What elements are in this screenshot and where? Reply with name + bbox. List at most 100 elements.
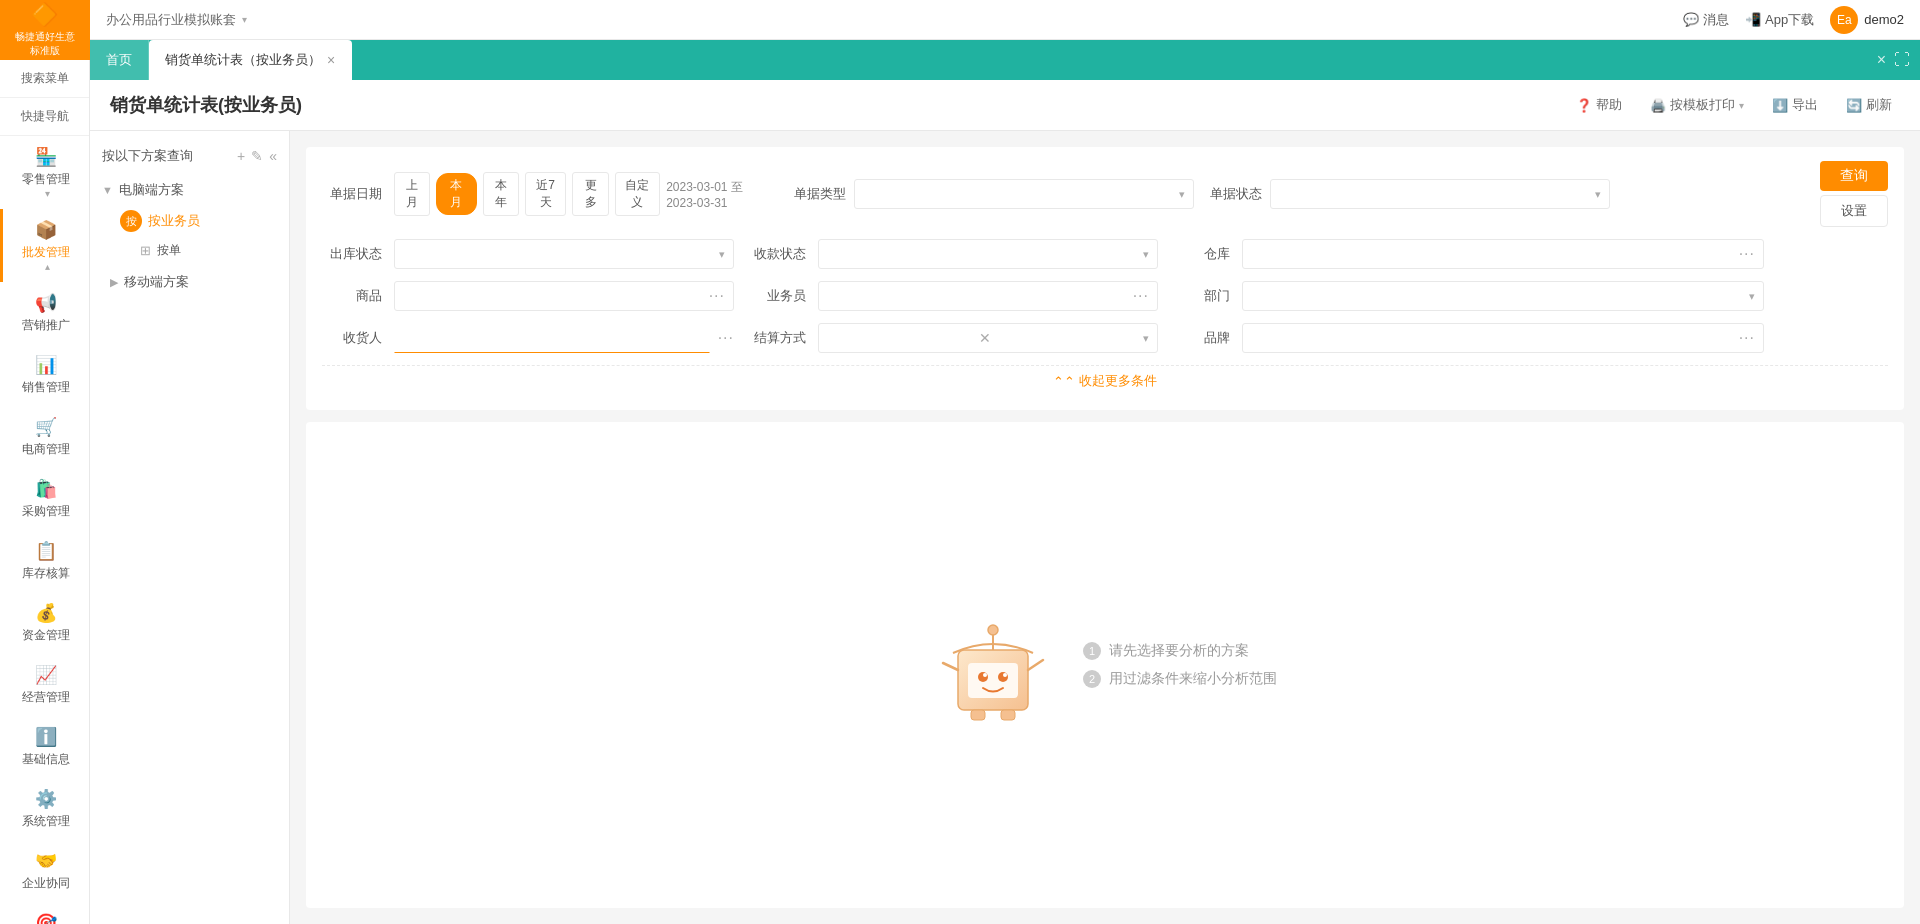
receiver-input[interactable] (394, 323, 710, 353)
sidebar-item-basic-info[interactable]: ℹ️ 基础信息 (0, 716, 89, 778)
sidebar-item-collab[interactable]: 🤝 企业协同 (0, 840, 89, 902)
finance-icon: 💰 (35, 602, 57, 624)
sidebar-item-marketing[interactable]: 📢 营销推广 (0, 282, 89, 344)
date-last7-btn[interactable]: 近7天 (525, 172, 566, 216)
sidebar-item-inventory[interactable]: 📋 库存核算 (0, 530, 89, 592)
sidebar-item-purchase-label: 采购管理 (22, 503, 70, 520)
mobile-scheme-section[interactable]: ▶ 移动端方案 (90, 268, 289, 296)
quick-nav[interactable]: 快捷导航 (0, 98, 89, 136)
collapse-up-icon: ⌃⌃ (1053, 374, 1075, 389)
date-custom-btn[interactable]: 自定义 (615, 172, 660, 216)
tab-sales-stat[interactable]: 销货单统计表（按业务员） × (149, 40, 352, 80)
tip2-text: 用过滤条件来缩小分析范围 (1109, 670, 1277, 688)
tab-close-all-icon[interactable]: × (1877, 51, 1886, 69)
doc-type-label: 单据类型 (786, 185, 846, 203)
marketing-icon: 📢 (35, 292, 57, 314)
date-more-btn[interactable]: 更多 (572, 172, 608, 216)
export-btn[interactable]: ⬇️ 导出 (1764, 92, 1826, 118)
refresh-btn[interactable]: 🔄 刷新 (1838, 92, 1900, 118)
collapse-label: 收起更多条件 (1079, 372, 1157, 390)
main-area: 办公用品行业模拟账套 ▾ 💬 消息 📲 App下载 Ea demo2 首页 (90, 0, 1920, 924)
goods-select[interactable]: ··· (394, 281, 734, 311)
empty-tips: 1 请先选择要分析的方案 2 用过滤条件来缩小分析范围 (1083, 642, 1277, 688)
message-btn[interactable]: 💬 消息 (1683, 11, 1729, 29)
user-menu[interactable]: Ea demo2 (1830, 6, 1904, 34)
tree-item-by-order[interactable]: ⊞ 按单 (90, 237, 289, 264)
warehouse-dots-icon: ··· (1739, 245, 1755, 263)
logo[interactable]: 🔶 畅捷通好生意 标准版 (0, 0, 90, 60)
settlement-select[interactable]: ✕ ▾ (818, 323, 1158, 353)
tab-sales-stat-label: 销货单统计表（按业务员） (165, 51, 321, 69)
date-group: 上月 本月 本年 近7天 更多 自定义 2023-03-01 至 2023-03… (394, 172, 774, 216)
tab-home[interactable]: 首页 (90, 40, 149, 80)
svg-line-8 (943, 663, 958, 670)
sidebar-item-operations[interactable]: 📈 经营管理 (0, 654, 89, 716)
topbar-actions: 💬 消息 📲 App下载 Ea demo2 (1683, 6, 1904, 34)
date-this-month-btn[interactable]: 本月 (436, 173, 476, 215)
help-btn[interactable]: ❓ 帮助 (1568, 92, 1630, 118)
tabbar-controls: × ⛶ (1867, 51, 1920, 69)
sidebar-item-wholesale-label: 批发管理 (22, 244, 70, 261)
sidebar-item-finance-label: 资金管理 (22, 627, 70, 644)
date-last-month-btn[interactable]: 上月 (394, 172, 430, 216)
avatar: Ea (1830, 6, 1858, 34)
brand-select[interactable]: ··· (1242, 323, 1764, 353)
settings-btn[interactable]: 设置 (1820, 195, 1888, 227)
add-scheme-icon[interactable]: + (237, 148, 245, 164)
payment-select[interactable]: ▾ (818, 239, 1158, 269)
doc-status-select[interactable]: ▾ (1270, 179, 1610, 209)
goods-dots-icon: ··· (709, 287, 725, 305)
app-download-btn[interactable]: 📲 App下载 (1745, 11, 1814, 29)
export-icon: ⬇️ (1772, 98, 1788, 113)
payment-label: 收款状态 (746, 245, 806, 263)
sidebar-item-system[interactable]: ⚙️ 系统管理 (0, 778, 89, 840)
basic-info-icon: ℹ️ (35, 726, 57, 748)
sidebar-item-wholesale[interactable]: 📦 批发管理 ▴ (0, 209, 89, 282)
stock-out-select[interactable]: ▾ (394, 239, 734, 269)
svg-point-2 (978, 672, 988, 682)
mobile-expand-icon: ▶ (110, 276, 118, 289)
doc-type-select[interactable]: ▾ (854, 179, 1194, 209)
inventory-icon: 📋 (35, 540, 57, 562)
salesperson-select[interactable]: ··· (818, 281, 1158, 311)
edit-scheme-icon[interactable]: ✎ (251, 148, 263, 164)
collapse-panel-icon[interactable]: « (269, 148, 277, 164)
content-area: 销货单统计表(按业务员) ❓ 帮助 🖨️ 按模板打印 ▾ ⬇️ 导出 🔄 刷 (90, 80, 1920, 924)
search-menu[interactable]: 搜索菜单 (0, 60, 89, 98)
tree-item-by-salesperson[interactable]: 按 按业务员 (90, 205, 289, 237)
empty-illustration-svg (933, 605, 1053, 725)
message-label: 消息 (1703, 11, 1729, 29)
settlement-clear-icon[interactable]: ✕ (979, 330, 991, 346)
svg-rect-11 (1001, 710, 1015, 720)
sidebar: 🔶 畅捷通好生意 标准版 搜索菜单 快捷导航 🏪 零售管理 ▾ 📦 批发管理 ▴… (0, 0, 90, 924)
breadcrumb-dropdown-icon[interactable]: ▾ (242, 14, 247, 25)
department-arrow-icon: ▾ (1749, 290, 1755, 303)
sidebar-item-sales[interactable]: 📊 销售管理 (0, 344, 89, 406)
desktop-scheme-section: ▼ 电脑端方案 按 按业务员 ⊞ 按单 (90, 175, 289, 264)
query-btn[interactable]: 查询 (1820, 161, 1888, 191)
filter-row-4: 收货人 ··· 结算方式 ✕ ▾ 品牌 (322, 323, 1888, 353)
message-icon: 💬 (1683, 12, 1699, 27)
warehouse-select[interactable]: ··· (1242, 239, 1764, 269)
tabbar: 首页 销货单统计表（按业务员） × × ⛶ (90, 40, 1920, 80)
sidebar-item-purchase[interactable]: 🛍️ 采购管理 (0, 468, 89, 530)
desktop-scheme-header[interactable]: ▼ 电脑端方案 (90, 175, 289, 205)
right-content: 单据日期 上月 本月 本年 近7天 更多 自定义 2023-03-01 至 20… (290, 131, 1920, 924)
empty-state: 1 请先选择要分析的方案 2 用过滤条件来缩小分析范围 (306, 422, 1904, 908)
sidebar-item-finance[interactable]: 💰 资金管理 (0, 592, 89, 654)
app-download-label: App下载 (1765, 11, 1814, 29)
export-label: 导出 (1792, 96, 1818, 114)
sidebar-item-guide[interactable]: 🎯 新手引导 (0, 902, 89, 924)
print-btn[interactable]: 🖨️ 按模板打印 ▾ (1642, 92, 1752, 118)
collapse-btn[interactable]: ⌃⌃ 收起更多条件 (322, 365, 1888, 396)
mobile-scheme-label: 移动端方案 (124, 273, 189, 291)
sidebar-item-retail[interactable]: 🏪 零售管理 ▾ (0, 136, 89, 209)
tab-maximize-icon[interactable]: ⛶ (1894, 51, 1910, 69)
receiver-input-group: ··· (394, 323, 734, 353)
sidebar-item-ecommerce[interactable]: 🛒 电商管理 (0, 406, 89, 468)
tab-close-icon[interactable]: × (327, 52, 335, 68)
date-this-year-btn[interactable]: 本年 (483, 172, 519, 216)
department-select[interactable]: ▾ (1242, 281, 1764, 311)
wholesale-expand-icon: ▴ (45, 261, 50, 272)
refresh-label: 刷新 (1866, 96, 1892, 114)
